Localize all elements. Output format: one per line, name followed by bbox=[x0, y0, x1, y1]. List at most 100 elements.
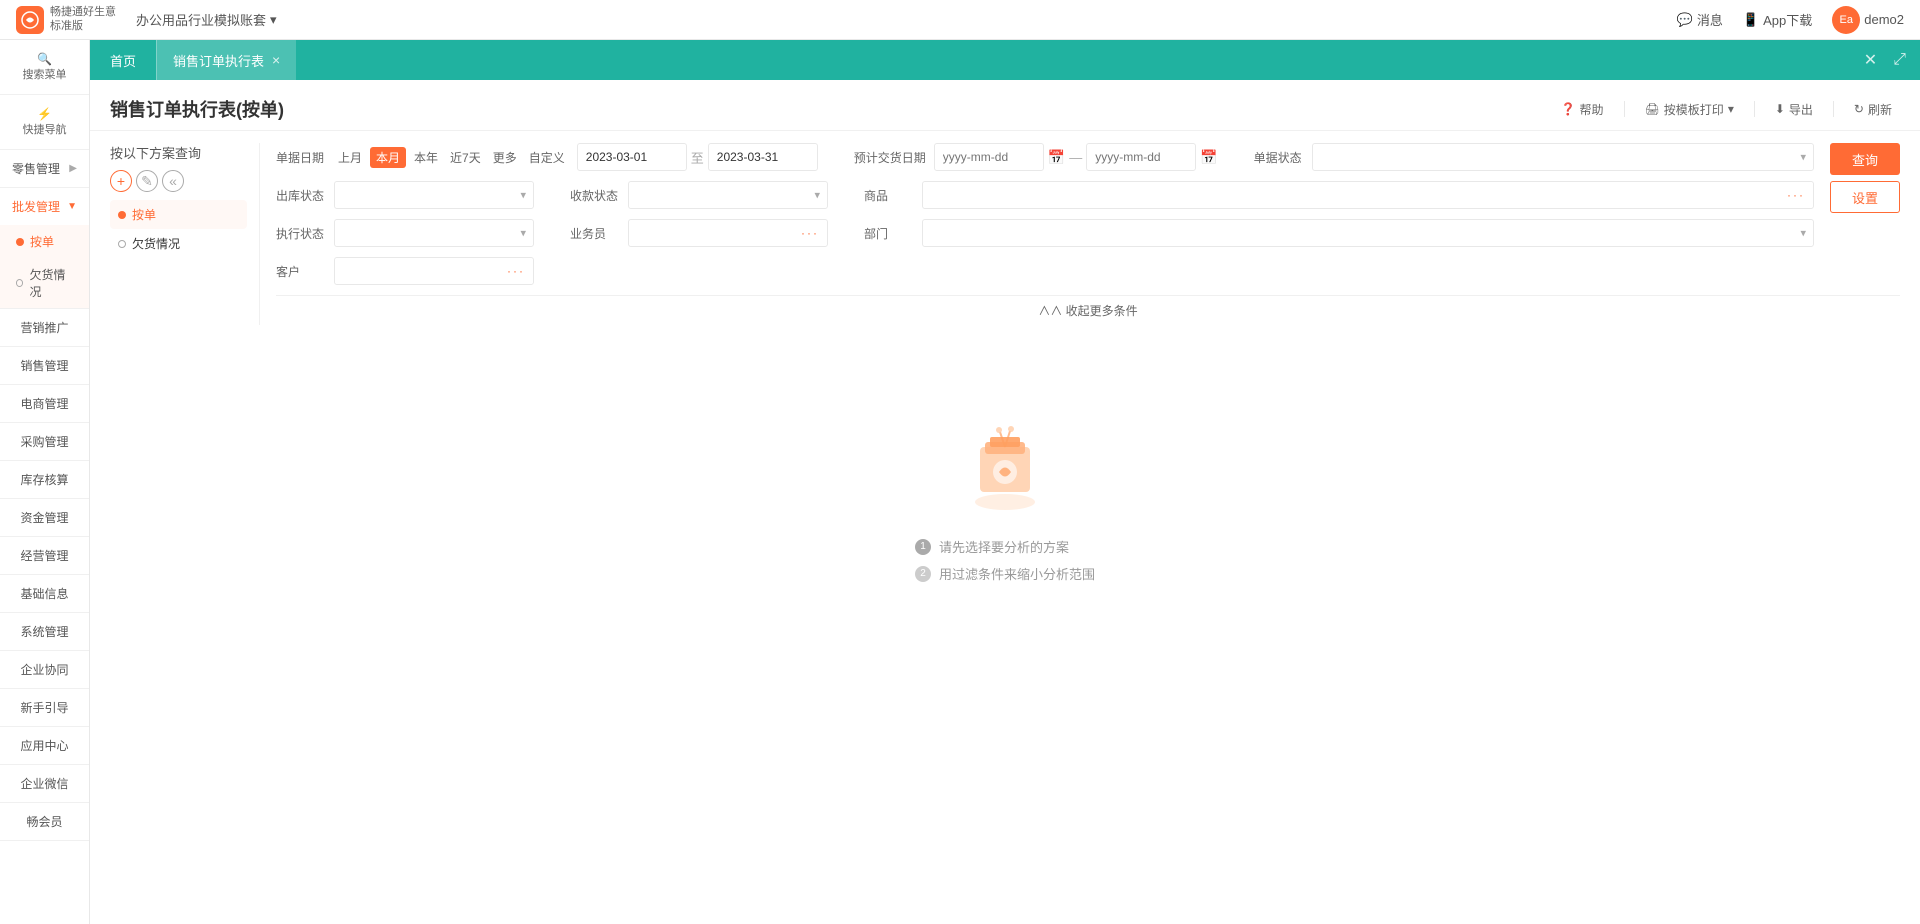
user-menu[interactable]: Ea demo2 bbox=[1832, 6, 1904, 34]
filter-doc-status-field: 单据状态 bbox=[1254, 143, 1814, 171]
plan-dot-inactive-icon bbox=[118, 240, 126, 248]
expected-date-start-input[interactable] bbox=[934, 143, 1044, 171]
filter-row4: 客户 ··· bbox=[276, 257, 1814, 285]
sidebar-item-collab[interactable]: 企业协同 bbox=[0, 651, 89, 688]
refresh-button[interactable]: ↻ 刷新 bbox=[1846, 97, 1900, 122]
collapse-label: 收起更多条件 bbox=[1066, 304, 1138, 318]
sidebar-subitem-order[interactable]: 按单 bbox=[0, 225, 89, 258]
app-download-label: App下载 bbox=[1763, 10, 1812, 29]
doc-status-select[interactable] bbox=[1312, 143, 1814, 171]
date-tab-more[interactable]: 更多 bbox=[489, 147, 521, 168]
page-header: 销售订单执行表(按单) ❓ 帮助 🖨 按模板打印 ▾ bbox=[90, 80, 1920, 131]
export-icon: ⬇ bbox=[1775, 102, 1785, 116]
sidebar-item-inventory[interactable]: 库存核算 bbox=[0, 461, 89, 498]
filter-salesperson-field: 业务员 ··· bbox=[570, 219, 828, 247]
sidebar-inventory-section: 库存核算 bbox=[0, 461, 89, 499]
tab-home[interactable]: 首页 bbox=[90, 40, 156, 80]
help-button[interactable]: ❓ 帮助 bbox=[1553, 97, 1612, 122]
payment-status-select[interactable] bbox=[628, 181, 828, 209]
tab-bar: 首页 销售订单执行表 × ✕ ⤢ bbox=[90, 40, 1920, 80]
customer-input[interactable]: ··· bbox=[334, 257, 534, 285]
date-range-separator: 至 bbox=[691, 148, 704, 167]
salesperson-dots-icon: ··· bbox=[801, 226, 819, 240]
goods-input[interactable]: ··· bbox=[922, 181, 1814, 209]
wholesale-submenu: 按单 欠货情况 bbox=[0, 225, 89, 308]
quick-nav-button[interactable]: ⚡ 快捷导航 bbox=[10, 103, 79, 141]
date-tab-custom[interactable]: 自定义 bbox=[525, 147, 569, 168]
exec-status-select[interactable] bbox=[334, 219, 534, 247]
sidebar-search-section: 🔍 搜索菜单 bbox=[0, 40, 89, 95]
sidebar-item-finance[interactable]: 资金管理 bbox=[0, 499, 89, 536]
app-download-button[interactable]: 📱 App下载 bbox=[1743, 10, 1812, 29]
finance-label: 资金管理 bbox=[20, 509, 68, 526]
print-button[interactable]: 🖨 按模板打印 ▾ bbox=[1637, 97, 1742, 122]
tab-close-button[interactable]: × bbox=[272, 52, 280, 68]
hint-num-1: 1 bbox=[915, 539, 931, 555]
sidebar-item-ecom[interactable]: 电商管理 bbox=[0, 385, 89, 422]
out-status-select[interactable] bbox=[334, 181, 534, 209]
filter-area: 按以下方案查询 + ✎ « 按单 bbox=[90, 131, 1920, 337]
avatar: Ea bbox=[1832, 6, 1860, 34]
add-plan-button[interactable]: + bbox=[110, 170, 132, 192]
expected-date-separator: — bbox=[1069, 150, 1082, 165]
date-start-input[interactable] bbox=[577, 143, 687, 171]
filter-out-status-field: 出库状态 bbox=[276, 181, 534, 209]
search-menu-label: 搜索菜单 bbox=[10, 66, 79, 82]
date-tab-lastmonth[interactable]: 上月 bbox=[334, 147, 366, 168]
sales-label: 销售管理 bbox=[20, 357, 68, 374]
sidebar-item-wholesale[interactable]: 批发管理 ▼ bbox=[0, 188, 89, 225]
date-tab-thisyear[interactable]: 本年 bbox=[410, 147, 442, 168]
tab-active[interactable]: 销售订单执行表 × bbox=[156, 40, 296, 80]
query-button[interactable]: 查询 bbox=[1830, 143, 1900, 175]
expected-date-end-input[interactable] bbox=[1086, 143, 1196, 171]
message-label: 消息 bbox=[1697, 10, 1723, 29]
settings-button[interactable]: 设置 bbox=[1830, 181, 1900, 213]
sidebar-item-sales[interactable]: 销售管理 bbox=[0, 347, 89, 384]
tab-minimize-button[interactable]: ✕ bbox=[1860, 46, 1881, 74]
appcenter-label: 应用中心 bbox=[20, 737, 68, 754]
dept-select[interactable] bbox=[922, 219, 1814, 247]
customer-dots-icon: ··· bbox=[507, 264, 525, 278]
collapse-plan-button[interactable]: « bbox=[162, 170, 184, 192]
print-label: 按模板打印 bbox=[1664, 101, 1724, 118]
date-end-input[interactable] bbox=[708, 143, 818, 171]
sidebar-item-wechat[interactable]: 企业微信 bbox=[0, 765, 89, 802]
sidebar-item-marketing[interactable]: 营销推广 bbox=[0, 309, 89, 346]
export-button[interactable]: ⬇ 导出 bbox=[1767, 97, 1821, 122]
sidebar-item-member[interactable]: 畅会员 bbox=[0, 803, 89, 840]
customer-label: 客户 bbox=[276, 263, 326, 280]
calendar-icon-start[interactable]: 📅 bbox=[1048, 149, 1065, 166]
wechat-label: 企业微信 bbox=[20, 775, 68, 792]
edit-plan-button[interactable]: ✎ bbox=[136, 170, 158, 192]
company-name: 办公用品行业模拟账套 bbox=[136, 10, 266, 29]
sidebar-item-system[interactable]: 系统管理 bbox=[0, 613, 89, 650]
filter-payment-status-field: 收款状态 bbox=[570, 181, 828, 209]
salesperson-input[interactable]: ··· bbox=[628, 219, 828, 247]
sidebar-item-appcenter[interactable]: 应用中心 bbox=[0, 727, 89, 764]
chevron-down-icon2: ▼ bbox=[67, 201, 77, 212]
tab-actions: ✕ ⤢ bbox=[1860, 46, 1920, 74]
tab-expand-button[interactable]: ⤢ bbox=[1889, 47, 1910, 73]
sidebar-item-retail[interactable]: 零售管理 ▶ bbox=[0, 150, 89, 187]
logo-line1: 畅捷通好生意 bbox=[50, 6, 116, 19]
calendar-icon-end[interactable]: 📅 bbox=[1200, 149, 1217, 166]
sidebar-item-business[interactable]: 经营管理 bbox=[0, 537, 89, 574]
search-menu-button[interactable]: 🔍 搜索菜单 bbox=[10, 48, 79, 86]
sidebar-item-purchase[interactable]: 采购管理 bbox=[0, 423, 89, 460]
sidebar-finance-section: 资金管理 bbox=[0, 499, 89, 537]
plan-item-backorder[interactable]: 欠货情况 bbox=[110, 229, 247, 258]
page-inner: 销售订单执行表(按单) ❓ 帮助 🖨 按模板打印 ▾ bbox=[90, 80, 1920, 924]
company-selector[interactable]: 办公用品行业模拟账套 ▾ bbox=[136, 10, 277, 29]
collapse-bar[interactable]: ∧∧ 收起更多条件 bbox=[276, 295, 1900, 325]
filter-title-text: 按以下方案查询 bbox=[110, 143, 201, 162]
system-label: 系统管理 bbox=[20, 623, 68, 640]
plan-item-order[interactable]: 按单 bbox=[110, 200, 247, 229]
filter-row1-left: 单据日期 上月 本月 本年 近7天 更多 bbox=[276, 143, 1814, 295]
message-button[interactable]: 💬 消息 bbox=[1677, 10, 1723, 29]
print-chevron-icon: ▾ bbox=[1728, 102, 1734, 116]
sidebar-item-basic[interactable]: 基础信息 bbox=[0, 575, 89, 612]
sidebar-item-guide[interactable]: 新手引导 bbox=[0, 689, 89, 726]
sidebar-subitem-backorder[interactable]: 欠货情况 bbox=[0, 258, 89, 308]
date-tab-thismonth[interactable]: 本月 bbox=[370, 147, 406, 168]
date-tab-7days[interactable]: 近7天 bbox=[446, 147, 485, 168]
